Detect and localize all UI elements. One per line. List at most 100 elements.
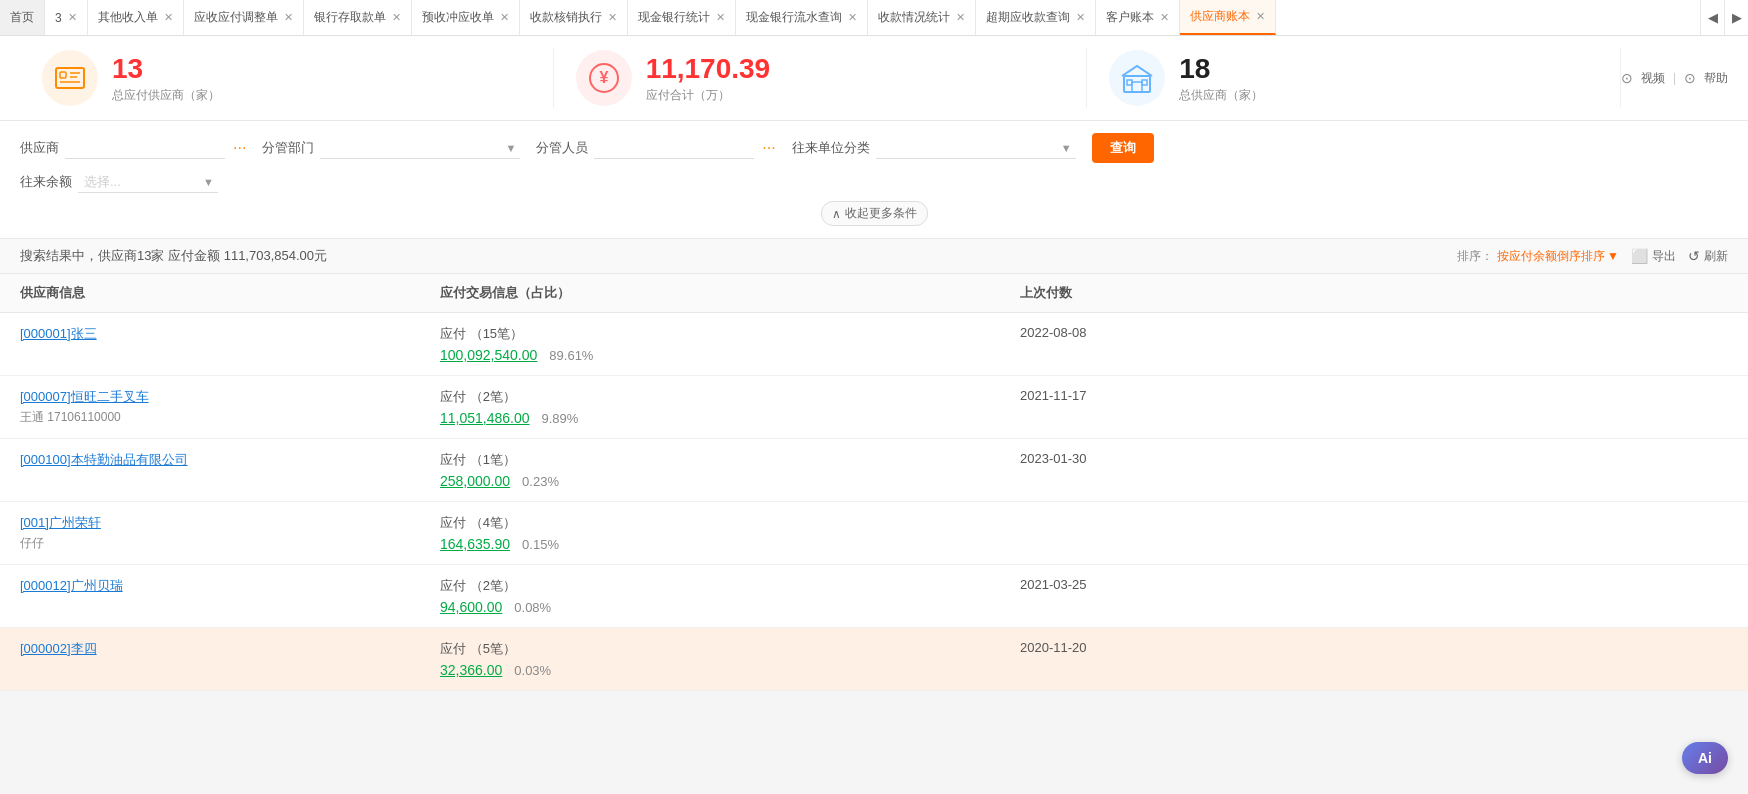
export-button[interactable]: ⬜ 导出	[1631, 248, 1676, 265]
person-filter-dots[interactable]: ···	[762, 139, 775, 157]
balance-filter-input[interactable]	[78, 171, 218, 193]
category-filter-input[interactable]	[876, 137, 1076, 159]
close-icon[interactable]: ✕	[848, 11, 857, 24]
nav-tab-adjustment[interactable]: 应收应付调整单 ✕	[184, 0, 304, 35]
nav-tab-supplier-account[interactable]: 供应商账本 ✕	[1180, 0, 1276, 35]
supplier-link[interactable]: [000002]李四	[20, 640, 440, 658]
table-row: [000100]本特勤油品有限公司 应付 （1笔） 258,000.00 0.2…	[0, 439, 1748, 502]
supplier-filter-input[interactable]	[65, 137, 225, 159]
transaction-line: 应付 （1笔）	[440, 451, 1020, 469]
table-row: [000007]恒旺二手叉车 王通 17106110000 应付 （2笔） 11…	[0, 376, 1748, 439]
category-filter-label: 往来单位分类	[792, 139, 870, 157]
transaction-cell: 应付 （1笔） 258,000.00 0.23%	[440, 451, 1020, 489]
department-filter-input[interactable]	[320, 137, 520, 159]
table-header: 供应商信息 应付交易信息（占比） 上次付数	[0, 274, 1748, 313]
total-suppliers-label: 总供应商（家）	[1179, 87, 1263, 104]
tx-count: （2笔）	[470, 578, 516, 593]
summary-content-amount: 11,170.39 应付合计（万）	[646, 52, 771, 105]
nav-tab-bank[interactable]: 银行存取款单 ✕	[304, 0, 412, 35]
supplier-filter-label: 供应商	[20, 139, 59, 157]
close-icon[interactable]: ✕	[68, 11, 77, 24]
transaction-line: 应付 （2笔）	[440, 388, 1020, 406]
nav-tab-receipt-execute[interactable]: 收款核销执行 ✕	[520, 0, 628, 35]
tx-amount-link[interactable]: 100,092,540.00	[440, 347, 537, 363]
col-header-transaction: 应付交易信息（占比）	[440, 284, 1020, 302]
nav-tab-receipt-stats-label: 收款情况统计	[878, 9, 950, 26]
nav-tab-receipt-execute-label: 收款核销执行	[530, 9, 602, 26]
nav-tab-cash-stats-label: 现金银行统计	[638, 9, 710, 26]
sort-value-text: 按应付余额倒序排序	[1497, 248, 1605, 265]
close-icon[interactable]: ✕	[1256, 10, 1265, 23]
supplier-info-cell: [000012]广州贝瑞	[20, 577, 440, 595]
tx-amount-link[interactable]: 258,000.00	[440, 473, 510, 489]
svg-rect-10	[1142, 80, 1147, 85]
transaction-line: 应付 （5笔）	[440, 640, 1020, 658]
nav-scroll-left-button[interactable]: ◀	[1700, 0, 1724, 36]
close-icon[interactable]: ✕	[608, 11, 617, 24]
supplier-filter-dots[interactable]: ···	[233, 139, 246, 157]
result-bar: 搜索结果中，供应商13家 应付金额 111,703,854.00元 排序： 按应…	[0, 239, 1748, 274]
nav-tab-prepay[interactable]: 预收冲应收单 ✕	[412, 0, 520, 35]
person-filter-label: 分管人员	[536, 139, 588, 157]
close-icon[interactable]: ✕	[1076, 11, 1085, 24]
nav-tab-customer-account[interactable]: 客户账本 ✕	[1096, 0, 1180, 35]
tx-amount-link[interactable]: 11,051,486.00	[440, 410, 530, 426]
tx-amount-row: 100,092,540.00 89.61%	[440, 347, 1020, 363]
nav-tab-3-label: 3	[55, 11, 62, 25]
circle-icon: ⊙	[1621, 70, 1633, 86]
table-row: [000002]李四 应付 （5笔） 32,366.00 0.03% 2020-…	[0, 628, 1748, 691]
supplier-link[interactable]: [001]广州荣轩	[20, 514, 440, 532]
nav-tab-overdue[interactable]: 超期应收款查询 ✕	[976, 0, 1096, 35]
filter-row-1: 供应商 ··· 分管部门 ▼ 分管人员 ··· 往来单位分类 ▼ 查询	[20, 133, 1728, 163]
circle-icon-2: ⊙	[1684, 70, 1696, 86]
supplier-link[interactable]: [000012]广州贝瑞	[20, 577, 440, 595]
result-summary: 搜索结果中，供应商13家 应付金额 111,703,854.00元	[20, 247, 327, 265]
summary-content-total-suppliers: 18 总供应商（家）	[1179, 52, 1263, 105]
summary-bar: 13 总应付供应商（家） ¥ 11,170.39 应付合计（万）	[0, 36, 1748, 121]
video-link[interactable]: 视频	[1641, 70, 1665, 87]
close-icon[interactable]: ✕	[164, 11, 173, 24]
help-link[interactable]: 帮助	[1704, 70, 1728, 87]
tx-percent: 0.08%	[514, 600, 551, 615]
tx-amount-link[interactable]: 32,366.00	[440, 662, 502, 678]
supplier-info-cell: [000007]恒旺二手叉车 王通 17106110000	[20, 388, 440, 426]
nav-tab-cash-flow[interactable]: 现金银行流水查询 ✕	[736, 0, 868, 35]
transaction-cell: 应付 （2笔） 11,051,486.00 9.89%	[440, 388, 1020, 426]
refresh-button[interactable]: ↺ 刷新	[1688, 248, 1728, 265]
summary-card-total-amount: ¥ 11,170.39 应付合计（万）	[554, 48, 1088, 108]
transaction-line: 应付 （4笔）	[440, 514, 1020, 532]
close-icon[interactable]: ✕	[956, 11, 965, 24]
nav-tab-receipt-stats[interactable]: 收款情况统计 ✕	[868, 0, 976, 35]
person-filter-input[interactable]	[594, 137, 754, 159]
nav-tab-3[interactable]: 3 ✕	[45, 0, 88, 35]
tx-amount-link[interactable]: 94,600.00	[440, 599, 502, 615]
filter-person: 分管人员 ···	[536, 137, 775, 159]
sort-value-button[interactable]: 按应付余额倒序排序 ▼	[1497, 248, 1619, 265]
nav-tab-overdue-label: 超期应收款查询	[986, 9, 1070, 26]
close-icon[interactable]: ✕	[284, 11, 293, 24]
nav-tab-cash-stats[interactable]: 现金银行统计 ✕	[628, 0, 736, 35]
supplier-sub-info: 王通 17106110000	[20, 409, 440, 426]
nav-tab-home[interactable]: 首页	[0, 0, 45, 35]
tx-amount-link[interactable]: 164,635.90	[440, 536, 510, 552]
supplier-table: 供应商信息 应付交易信息（占比） 上次付数 [000001]张三 应付 （15笔…	[0, 274, 1748, 691]
supplier-link[interactable]: [000001]张三	[20, 325, 440, 343]
supplier-info-cell: [000001]张三	[20, 325, 440, 343]
nav-tab-adjustment-label: 应收应付调整单	[194, 9, 278, 26]
close-icon[interactable]: ✕	[1160, 11, 1169, 24]
nav-tab-other-income[interactable]: 其他收入单 ✕	[88, 0, 184, 35]
close-icon[interactable]: ✕	[500, 11, 509, 24]
transaction-cell: 应付 （5笔） 32,366.00 0.03%	[440, 640, 1020, 678]
supplier-link[interactable]: [000007]恒旺二手叉车	[20, 388, 440, 406]
sort-label: 排序：	[1457, 248, 1493, 265]
tx-percent: 89.61%	[549, 348, 593, 363]
filter-balance: 往来余额 ▼	[20, 171, 218, 193]
tx-count: （1笔）	[470, 452, 516, 467]
query-button[interactable]: 查询	[1092, 133, 1154, 163]
supplier-link[interactable]: [000100]本特勤油品有限公司	[20, 451, 440, 469]
close-icon[interactable]: ✕	[392, 11, 401, 24]
tx-count: （4笔）	[470, 515, 516, 530]
close-icon[interactable]: ✕	[716, 11, 725, 24]
nav-scroll-right-button[interactable]: ▶	[1724, 0, 1748, 36]
collapse-button[interactable]: ∧ 收起更多条件	[821, 201, 928, 226]
